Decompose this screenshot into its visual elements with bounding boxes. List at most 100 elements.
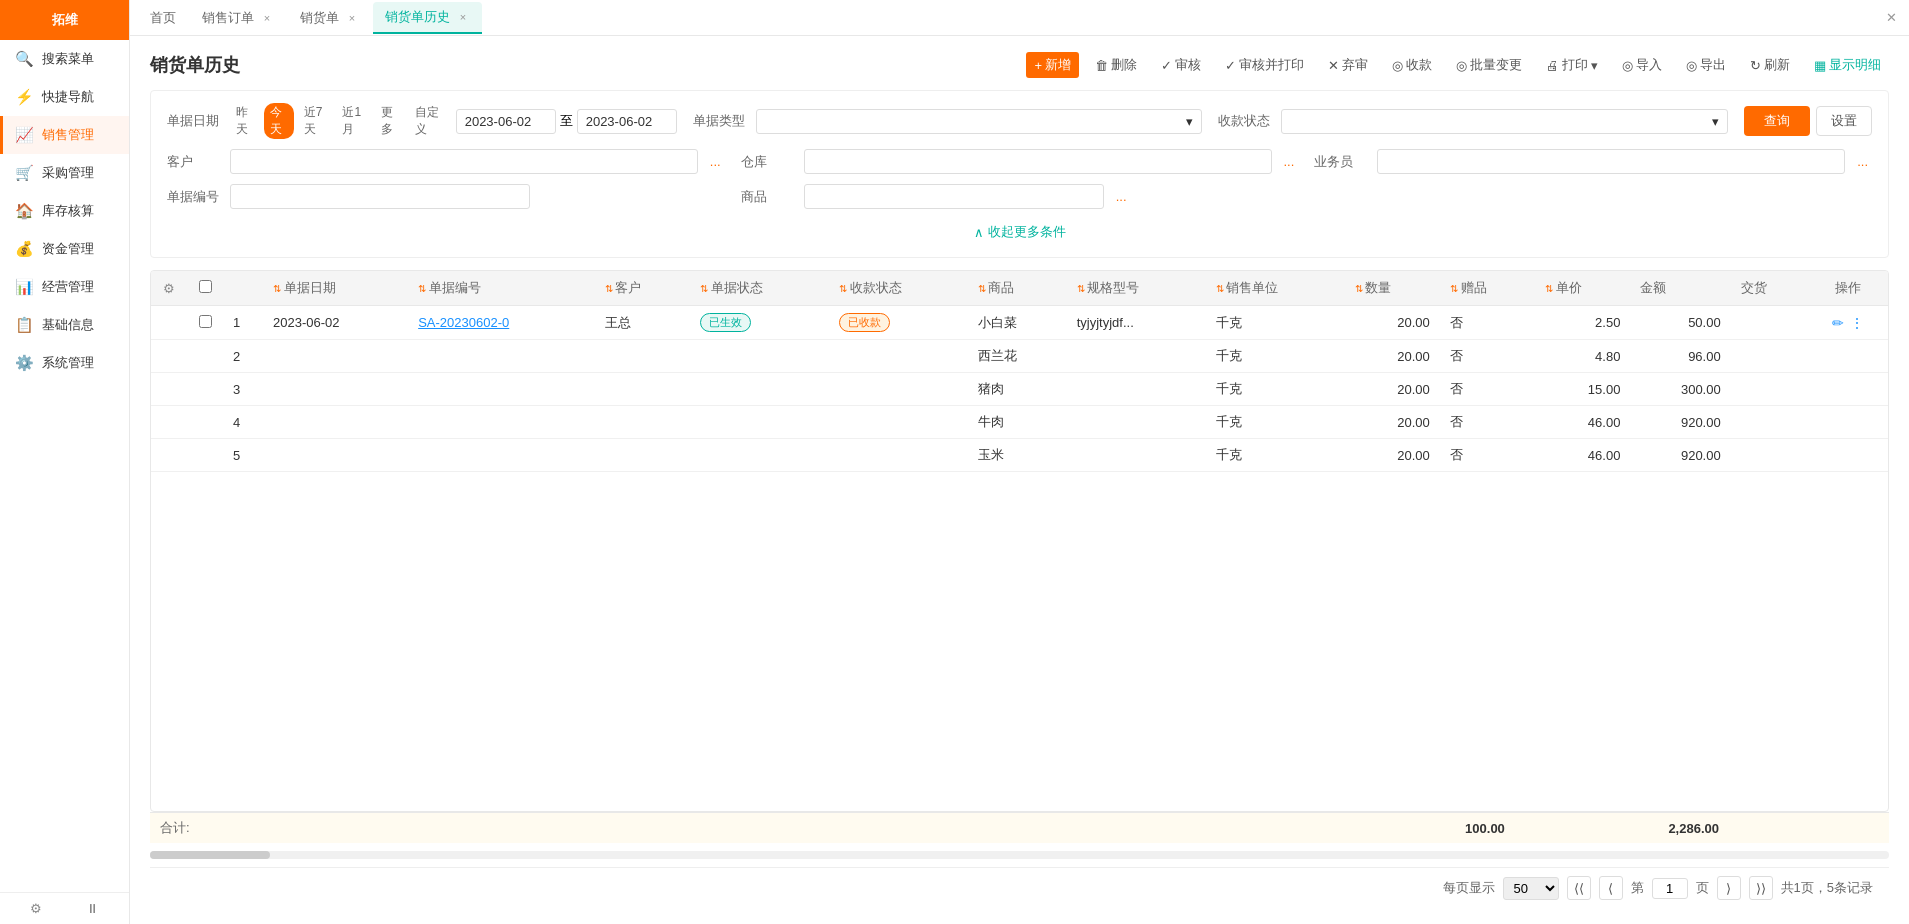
row-seq: 4 bbox=[223, 406, 263, 439]
sidebar-item-sales-mgmt[interactable]: 📈 销售管理 bbox=[0, 116, 129, 154]
sidebar-item-quick-nav[interactable]: ⚡ 快捷导航 bbox=[0, 78, 129, 116]
warehouse-ellipsis[interactable]: ... bbox=[1280, 154, 1299, 169]
query-button[interactable]: 查询 bbox=[1744, 106, 1810, 136]
delete-button[interactable]: 🗑 删除 bbox=[1087, 52, 1145, 78]
tab-sales-order[interactable]: 销售订单 × bbox=[190, 2, 286, 34]
abandon-button[interactable]: ✕ 弃审 bbox=[1320, 52, 1376, 78]
customer-input[interactable] bbox=[230, 149, 698, 174]
tab-sales-history[interactable]: 销货单历史 × bbox=[373, 2, 482, 34]
unit-price-col-header[interactable]: 单价 bbox=[1535, 271, 1630, 306]
shortcut-7days[interactable]: 近7天 bbox=[298, 103, 333, 139]
money-icon: 💰 bbox=[15, 240, 34, 258]
refresh-button[interactable]: ↻ 刷新 bbox=[1742, 52, 1798, 78]
prev-page-button[interactable]: ⟨ bbox=[1599, 876, 1623, 900]
settings-icon[interactable]: ⚙ bbox=[30, 901, 42, 916]
row-doc-number[interactable] bbox=[408, 406, 594, 439]
qty-col-header[interactable]: 数量 bbox=[1345, 271, 1440, 306]
page-number-input[interactable] bbox=[1652, 878, 1688, 899]
goods-col-header[interactable]: 商品 bbox=[968, 271, 1067, 306]
doc-number-input[interactable] bbox=[230, 184, 530, 209]
sidebar-item-inventory[interactable]: 🏠 库存核算 bbox=[0, 192, 129, 230]
row-unit: 千克 bbox=[1206, 373, 1345, 406]
goods-ellipsis[interactable]: ... bbox=[1112, 189, 1131, 204]
row-check[interactable] bbox=[187, 373, 223, 406]
row-doc-number[interactable] bbox=[408, 373, 594, 406]
row-doc-number[interactable] bbox=[408, 439, 594, 472]
tab-sales-delivery-close[interactable]: × bbox=[345, 11, 359, 25]
row-doc-number[interactable] bbox=[408, 340, 594, 373]
tab-bar-close-button[interactable]: ✕ bbox=[1882, 6, 1901, 29]
shortcut-custom[interactable]: 自定义 bbox=[409, 103, 448, 139]
salesperson-ellipsis[interactable]: ... bbox=[1853, 154, 1872, 169]
row-qty: 20.00 bbox=[1345, 406, 1440, 439]
next-page-button[interactable]: ⟩ bbox=[1717, 876, 1741, 900]
row-transaction bbox=[1731, 306, 1808, 340]
per-page-select[interactable]: 20 50 100 bbox=[1503, 877, 1559, 900]
row-check[interactable] bbox=[187, 406, 223, 439]
page-label: 第 bbox=[1631, 879, 1644, 897]
filter-payment-status-group: 收款状态 ▾ bbox=[1218, 109, 1728, 134]
spec-col-header[interactable]: 规格型号 bbox=[1067, 271, 1206, 306]
print-button[interactable]: 🖨 打印 ▾ bbox=[1538, 52, 1606, 78]
row-check[interactable] bbox=[187, 306, 223, 340]
doc-status-col-header[interactable]: 单据状态 bbox=[690, 271, 829, 306]
row-check[interactable] bbox=[187, 340, 223, 373]
select-all-checkbox[interactable] bbox=[199, 280, 212, 293]
row-checkbox[interactable] bbox=[199, 315, 212, 328]
batch-change-button[interactable]: ◎ 批量变更 bbox=[1448, 52, 1530, 78]
collect-button[interactable]: ◎ 收款 bbox=[1384, 52, 1440, 78]
tab-home[interactable]: 首页 bbox=[138, 2, 188, 34]
tab-sales-history-close[interactable]: × bbox=[456, 10, 470, 24]
warehouse-input[interactable] bbox=[804, 149, 1272, 174]
salesperson-input[interactable] bbox=[1377, 149, 1845, 174]
tab-sales-order-close[interactable]: × bbox=[260, 11, 274, 25]
doc-number-link[interactable]: SA-20230602-0 bbox=[418, 315, 509, 330]
tab-sales-delivery[interactable]: 销货单 × bbox=[288, 2, 371, 34]
gift-col-header[interactable]: 赠品 bbox=[1440, 271, 1535, 306]
payment-status-col-header[interactable]: 收款状态 bbox=[829, 271, 968, 306]
goods-input[interactable] bbox=[804, 184, 1104, 209]
shortcut-yesterday[interactable]: 昨天 bbox=[230, 103, 260, 139]
date-to-input[interactable] bbox=[577, 109, 677, 134]
collapse-icon[interactable]: ⏸ bbox=[86, 901, 99, 916]
row-doc-number[interactable]: SA-20230602-0 bbox=[408, 306, 594, 340]
row-gear bbox=[151, 340, 187, 373]
doc-type-select[interactable]: ▾ bbox=[756, 109, 1203, 134]
row-transaction bbox=[1731, 406, 1808, 439]
sidebar-item-search-menu[interactable]: 🔍 搜索菜单 bbox=[0, 40, 129, 78]
shortcut-today[interactable]: 今天 bbox=[264, 103, 294, 139]
row-payment-status bbox=[829, 373, 968, 406]
doc-number-col-header[interactable]: 单据编号 bbox=[408, 271, 594, 306]
date-from-input[interactable] bbox=[456, 109, 556, 134]
edit-icon[interactable]: ✏ bbox=[1832, 315, 1844, 331]
sidebar-item-finance-mgmt[interactable]: 💰 资金管理 bbox=[0, 230, 129, 268]
sidebar-item-purchase-mgmt[interactable]: 🛒 采购管理 bbox=[0, 154, 129, 192]
import-button[interactable]: ◎ 导入 bbox=[1614, 52, 1670, 78]
customer-ellipsis[interactable]: ... bbox=[706, 154, 725, 169]
shortcut-more[interactable]: 更多 bbox=[375, 103, 405, 139]
customer-col-header[interactable]: 客户 bbox=[595, 271, 690, 306]
shortcut-1month[interactable]: 近1月 bbox=[336, 103, 371, 139]
scrollbar-thumb[interactable] bbox=[150, 851, 270, 859]
sidebar-item-basic-info[interactable]: 📋 基础信息 bbox=[0, 306, 129, 344]
last-page-button[interactable]: ⟩⟩ bbox=[1749, 876, 1773, 900]
doc-date-col-header[interactable]: 单据日期 bbox=[263, 271, 408, 306]
sidebar-item-ops-mgmt[interactable]: 📊 经营管理 bbox=[0, 268, 129, 306]
horizontal-scrollbar[interactable] bbox=[150, 843, 1889, 867]
settings-col-header[interactable]: ⚙ bbox=[151, 271, 187, 306]
payment-status-select[interactable]: ▾ bbox=[1281, 109, 1728, 134]
check-col-header[interactable] bbox=[187, 271, 223, 306]
more-icon[interactable]: ⋮ bbox=[1850, 315, 1864, 331]
row-check[interactable] bbox=[187, 439, 223, 472]
first-page-button[interactable]: ⟨⟨ bbox=[1567, 876, 1591, 900]
add-button[interactable]: + 新增 bbox=[1026, 52, 1079, 78]
show-details-button[interactable]: ▦ 显示明细 bbox=[1806, 52, 1889, 78]
import-icon: ◎ bbox=[1622, 58, 1633, 73]
unit-col-header[interactable]: 销售单位 bbox=[1206, 271, 1345, 306]
review-button[interactable]: ✓ 审核 bbox=[1153, 52, 1209, 78]
filter-settings-button[interactable]: 设置 bbox=[1816, 106, 1872, 136]
collapse-button[interactable]: ∧ 收起更多条件 bbox=[974, 219, 1066, 245]
sidebar-item-sys-mgmt[interactable]: ⚙️ 系统管理 bbox=[0, 344, 129, 382]
review-print-button[interactable]: ✓ 审核并打印 bbox=[1217, 52, 1312, 78]
export-button[interactable]: ◎ 导出 bbox=[1678, 52, 1734, 78]
